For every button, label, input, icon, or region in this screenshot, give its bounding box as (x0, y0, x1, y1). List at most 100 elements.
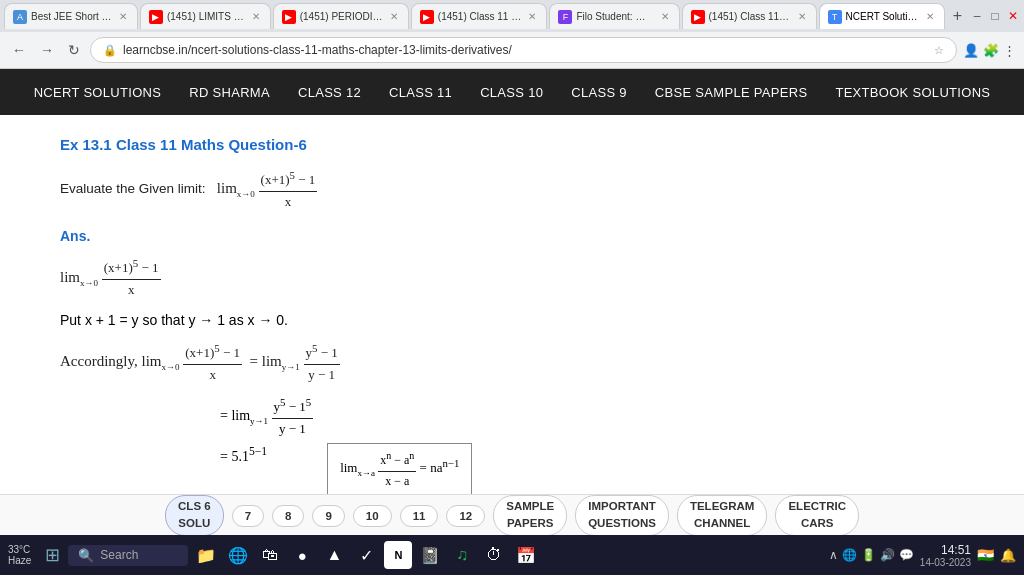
nav-cbse-sample[interactable]: CBSE SAMPLE PAPERS (655, 85, 808, 100)
chip-11[interactable]: 11 (400, 505, 439, 527)
tab-jee[interactable]: A Best JEE Short N... ✕ (4, 3, 138, 29)
site-nav: NCERT SOLUTIONS RD SHARMA CLASS 12 CLASS… (0, 69, 1024, 115)
tray-show-hidden[interactable]: ∧ (829, 548, 838, 562)
chip-important-questions[interactable]: IMPORTANT QUESTIONS (575, 495, 669, 536)
url-box[interactable]: 🔒 learncbse.in/ncert-solutions-class-11-… (90, 37, 957, 63)
taskbar-search[interactable]: 🔍 Search (68, 545, 188, 566)
nav-class-11[interactable]: CLASS 11 (389, 85, 452, 100)
tab-close-class11c[interactable]: ✕ (526, 11, 538, 22)
bookmark-icon[interactable]: ☆ (934, 44, 944, 57)
bottom-bar: CLS 6 SOLU 7 8 9 10 11 12 SAMPLE PAPERS … (0, 494, 1024, 536)
taskbar-right: ∧ 🌐 🔋 🔊 💬 14:51 14-03-2023 🇮🇳 🔔 (829, 543, 1016, 568)
nav-class-10[interactable]: CLASS 10 (480, 85, 543, 100)
tab-class11h[interactable]: ▶ (1451) Class 11 h... ✕ (682, 3, 817, 29)
question-text: Evaluate the Given limit: limx→0 (x+1)5 … (60, 167, 964, 213)
tab-favicon-class11c: ▶ (420, 10, 434, 24)
time-block: 14:51 14-03-2023 (920, 543, 971, 568)
chip-telegram[interactable]: TELEGRAM CHANNEL (677, 495, 768, 536)
tab-close-periodic[interactable]: ✕ (388, 11, 400, 22)
tab-filo[interactable]: F Filo Student: Wo... ✕ (549, 3, 679, 29)
tab-label-limits: (1451) LIMITS in... (167, 11, 246, 22)
search-label: Search (100, 548, 138, 562)
taskbar-store[interactable]: 🛍 (256, 541, 284, 569)
chip-9[interactable]: 9 (312, 505, 344, 527)
taskbar-app9[interactable]: ⏱ (480, 541, 508, 569)
nav-class-12[interactable]: CLASS 12 (298, 85, 361, 100)
taskbar: 33°C Haze ⊞ 🔍 Search 📁 🌐 🛍 ● ▲ ✓ N 📓 ♫ ⏱… (0, 535, 1024, 575)
tab-close-filo[interactable]: ✕ (659, 11, 671, 22)
chip-12[interactable]: 12 (446, 505, 485, 527)
chip-10-label: 10 (366, 510, 379, 522)
taskbar-calendar[interactable]: 📅 (512, 541, 540, 569)
clock-date: 14-03-2023 (920, 557, 971, 568)
chip-cls6-solu[interactable]: CLS 6 SOLU (165, 495, 224, 536)
tab-class11c[interactable]: ▶ (1451) Class 11 C... ✕ (411, 3, 548, 29)
step3: = 5.15−1 (220, 443, 267, 468)
chip-10[interactable]: 10 (353, 505, 392, 527)
tray-notification[interactable]: 💬 (899, 548, 914, 562)
tray-battery[interactable]: 🔋 (861, 548, 876, 562)
nav-textbook-solutions[interactable]: TEXTBOOK SOLUTIONS (835, 85, 990, 100)
step3-row: = 5.15−1 limx→a xn − an x − a = nan−1 (60, 443, 964, 494)
back-button[interactable]: ← (8, 40, 30, 60)
first-limit: limx→0 (x+1)5 − 1 x (60, 255, 964, 301)
taskbar-left: 33°C Haze ⊞ 🔍 Search 📁 🌐 🛍 ● ▲ ✓ N 📓 ♫ ⏱… (8, 541, 825, 569)
tab-periodic[interactable]: ▶ (1451) PERIODIC... ✕ (273, 3, 409, 29)
notification-bell[interactable]: 🔔 (1000, 548, 1016, 563)
url-text: learncbse.in/ncert-solutions-class-11-ma… (123, 43, 928, 57)
profile-icon[interactable]: 👤 (963, 43, 979, 58)
tab-close-class11h[interactable]: ✕ (796, 11, 808, 22)
weather-condition: Haze (8, 555, 31, 566)
reload-button[interactable]: ↻ (64, 40, 84, 60)
tray-volume[interactable]: 🔊 (880, 548, 895, 562)
tab-close-ncert[interactable]: ✕ (924, 11, 936, 22)
tab-ncert-active[interactable]: T NCERT Solutions ✕ (819, 3, 945, 29)
accordingly-block: Accordingly, limx→0 (x+1)5 − 1 x = limy→… (60, 340, 964, 386)
extensions-icon[interactable]: 🧩 (983, 43, 999, 58)
tab-favicon-ncert: T (828, 10, 842, 24)
chip-cls6-line2: SOLU (178, 517, 210, 531)
chip-cls6-line1: CLS 6 (178, 500, 211, 514)
taskbar-app5[interactable]: ▲ (320, 541, 348, 569)
question-title: Ex 13.1 Class 11 Maths Question-6 (60, 133, 964, 157)
tab-label-class11c: (1451) Class 11 C... (438, 11, 523, 22)
start-button[interactable]: ⊞ (41, 542, 64, 568)
tray-flag[interactable]: 🇮🇳 (977, 547, 994, 563)
maximize-button[interactable]: □ (988, 9, 1002, 23)
taskbar-app6[interactable]: ✓ (352, 541, 380, 569)
accordingly-label: Accordingly, limx→0 (x+1)5 − 1 x = limy→… (60, 340, 340, 386)
chip-7-label: 7 (245, 510, 251, 522)
chip-sample-papers[interactable]: SAMPLE PAPERS (493, 495, 567, 536)
taskbar-edge[interactable]: 🌐 (224, 541, 252, 569)
taskbar-file-explorer[interactable]: 📁 (192, 541, 220, 569)
forward-button[interactable]: → (36, 40, 58, 60)
taskbar-spotify[interactable]: ♫ (448, 541, 476, 569)
tab-close-limits[interactable]: ✕ (250, 11, 262, 22)
taskbar-onenote[interactable]: 📓 (416, 541, 444, 569)
tab-favicon-class11h: ▶ (691, 10, 705, 24)
minimize-button[interactable]: – (970, 9, 984, 23)
chip-7[interactable]: 7 (232, 505, 264, 527)
weather-block: 33°C Haze (8, 544, 31, 566)
nav-rd-sharma[interactable]: RD SHARMA (189, 85, 270, 100)
clock-time: 14:51 (920, 543, 971, 557)
chip-8[interactable]: 8 (272, 505, 304, 527)
taskbar-notion[interactable]: N (384, 541, 412, 569)
chip-9-label: 9 (325, 510, 331, 522)
tab-bar: A Best JEE Short N... ✕ ▶ (1451) LIMITS … (0, 0, 1024, 32)
tab-label-class11h: (1451) Class 11 h... (709, 11, 792, 22)
chip-electric-cars[interactable]: ELECTRIC CARS (775, 495, 859, 536)
close-button[interactable]: ✕ (1006, 9, 1020, 23)
tray-globe[interactable]: 🌐 (842, 548, 857, 562)
tab-limits[interactable]: ▶ (1451) LIMITS in... ✕ (140, 3, 271, 29)
menu-icon[interactable]: ⋮ (1003, 43, 1016, 58)
chip-important-line1: IMPORTANT (588, 500, 656, 514)
nav-ncert-solutions[interactable]: NCERT SOLUTIONS (34, 85, 162, 100)
ans-label: Ans. (60, 225, 964, 247)
tab-close-jee[interactable]: ✕ (117, 11, 129, 22)
main-content: Ex 13.1 Class 11 Maths Question-6 Evalua… (0, 115, 1024, 494)
new-tab-button[interactable]: + (947, 7, 968, 25)
tab-label-ncert: NCERT Solutions (846, 11, 920, 22)
nav-class-9[interactable]: CLASS 9 (571, 85, 627, 100)
taskbar-chrome[interactable]: ● (288, 541, 316, 569)
